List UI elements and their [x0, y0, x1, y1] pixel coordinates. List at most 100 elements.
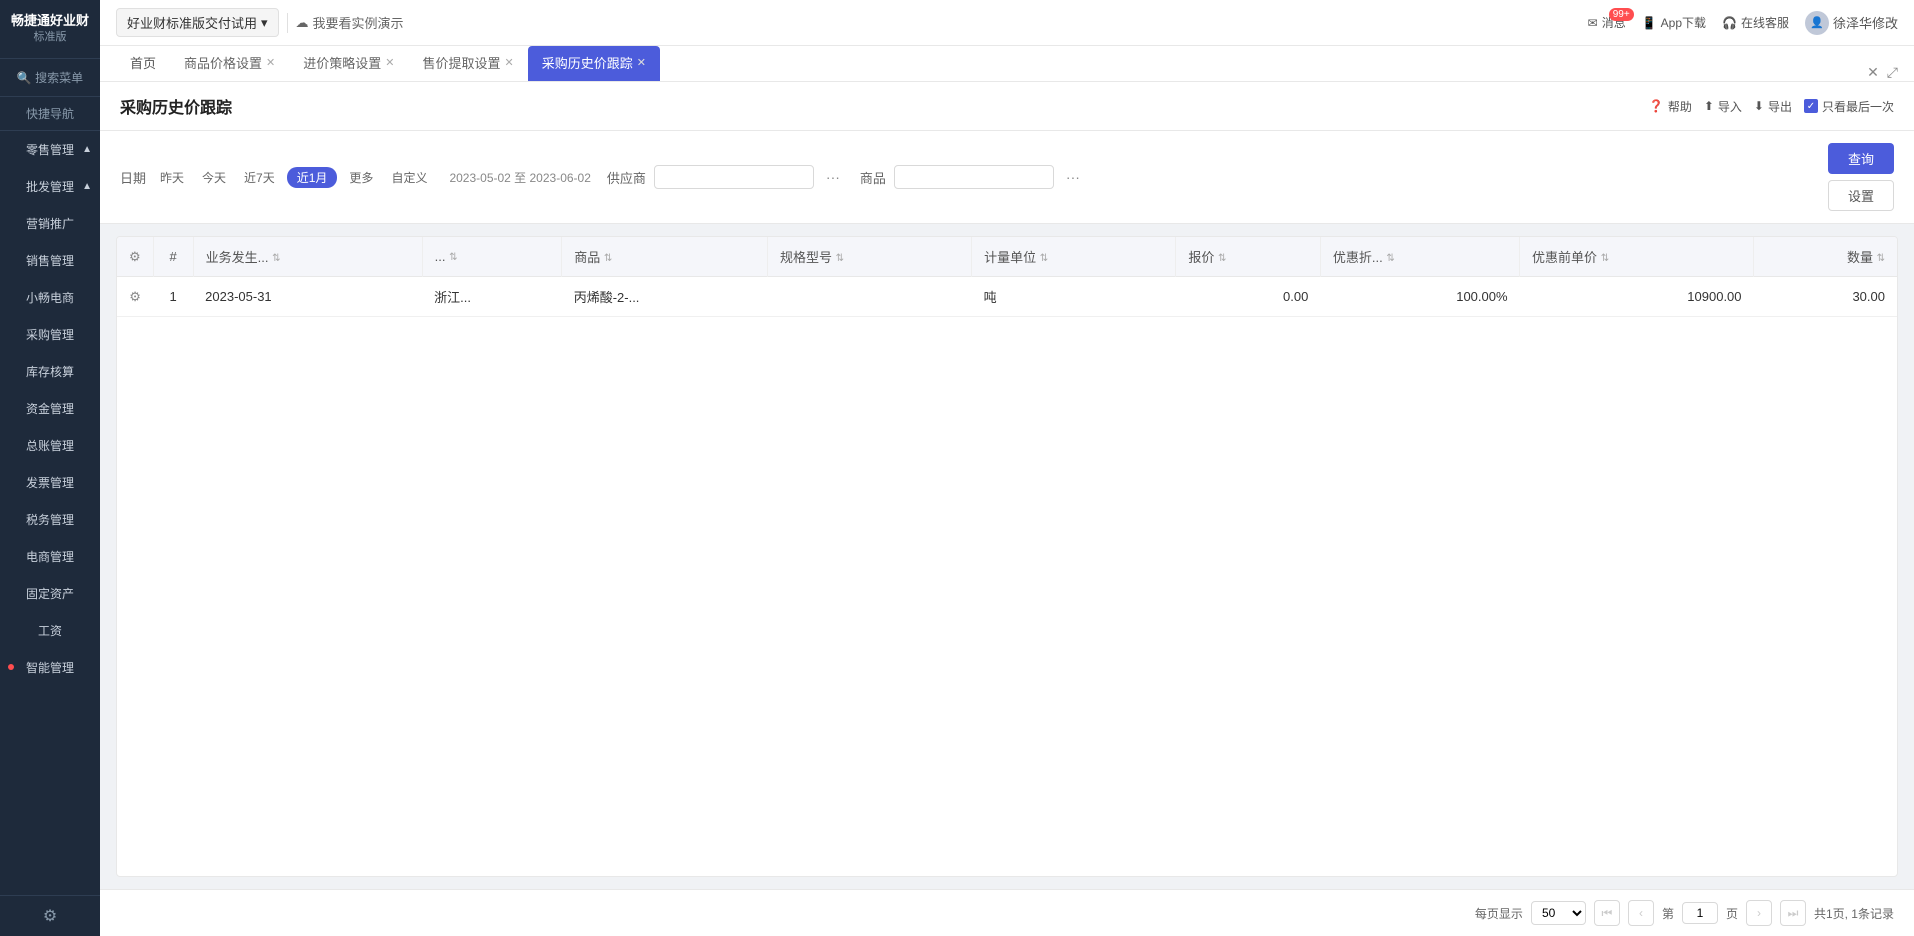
retail-arrow: ▲ [82, 144, 92, 155]
sidebar-item-smart[interactable]: 智能管理 [0, 649, 100, 686]
message-action[interactable]: ✉ 消息 99+ [1588, 14, 1626, 31]
tab-home[interactable]: 首页 [116, 46, 170, 81]
sidebar-item-purchase[interactable]: 采购管理 [0, 316, 100, 353]
th-price[interactable]: 报价 ⇅ [1176, 237, 1321, 277]
tab-purchase-strategy[interactable]: 进价策略设置 ✕ [289, 46, 408, 81]
page-title: 采购历史价跟踪 [120, 94, 232, 118]
sidebar-item-retail[interactable]: 零售管理 ▲ [0, 131, 100, 168]
table-container: ⚙ # 业务发生... ⇅ ... ⇅ 商品 ⇅ [116, 236, 1898, 877]
sidebar-item-wholesale[interactable]: 批发管理 ▲ [0, 168, 100, 205]
goods-filter-group: 商品 ··· [860, 165, 1084, 189]
tab-price-close[interactable]: ✕ [266, 56, 275, 69]
th-unit[interactable]: 计量单位 ⇅ [972, 237, 1176, 277]
th-date-sort: ⇅ [272, 253, 280, 264]
date-range-group: 2023-05-02 至 2023-06-02 [449, 169, 590, 186]
supplier-dots-btn[interactable]: ··· [822, 167, 844, 187]
th-spec-sort: ⇅ [836, 253, 844, 264]
goods-input[interactable] [894, 165, 1054, 189]
tab-history-price[interactable]: 采购历史价跟踪 ✕ [528, 46, 660, 81]
demo-label: 我要看实例演示 [313, 13, 404, 32]
main-area: 好业财标准版交付试用 ▾ ☁ 我要看实例演示 ✉ 消息 99+ 📱 App下载 … [100, 0, 1914, 936]
th-gear[interactable]: ⚙ [117, 237, 153, 277]
th-goods-label: 商品 [574, 250, 600, 265]
app-download-action[interactable]: 📱 App下载 [1642, 14, 1706, 31]
td-quantity: 30.00 [1754, 277, 1897, 317]
query-btn[interactable]: 查询 [1828, 143, 1894, 174]
date-opt-yesterday[interactable]: 昨天 [154, 167, 190, 188]
page-label: 第 [1662, 905, 1674, 922]
th-price-sort: ⇅ [1218, 253, 1226, 264]
td-supplier: 浙江... [422, 277, 562, 317]
checkbox-checked-icon: ✓ [1804, 99, 1818, 113]
user-info[interactable]: 👤 徐泽华修改 [1805, 11, 1898, 35]
th-discount-sort: ⇅ [1386, 253, 1394, 264]
version-label: 好业财标准版交付试用 [127, 13, 257, 32]
th-unit-label: 计量单位 [984, 250, 1036, 265]
version-dropdown-icon: ▾ [261, 15, 268, 31]
th-discount[interactable]: 优惠折... ⇅ [1320, 237, 1519, 277]
th-num: # [153, 237, 193, 277]
page-next-btn[interactable]: › [1746, 900, 1772, 926]
th-quantity[interactable]: 数量 ⇅ [1754, 237, 1897, 277]
panel-expand-btn[interactable]: ⤢ [1887, 64, 1898, 81]
per-page-select[interactable]: 50 100 200 [1531, 901, 1586, 925]
sidebar-item-payroll[interactable]: 工资 [0, 612, 100, 649]
tab-sale-price-close[interactable]: ✕ [505, 56, 514, 69]
page-header: 采购历史价跟踪 ❓ 帮助 ⬆ 导入 ⬇ 导出 ✓ 只看最后一次 [100, 82, 1914, 131]
panel-close-btn[interactable]: ✕ [1867, 64, 1879, 81]
sidebar-settings-icon[interactable]: ⚙ [43, 908, 57, 925]
date-opt-custom[interactable]: 自定义 [385, 167, 433, 188]
sidebar-quick-nav[interactable]: 快捷导航 [0, 97, 100, 131]
import-btn[interactable]: ⬆ 导入 [1704, 98, 1742, 115]
td-gear[interactable]: ⚙ [117, 277, 153, 317]
sidebar-item-invoice[interactable]: 发票管理 [0, 464, 100, 501]
help-btn[interactable]: ❓ 帮助 [1649, 98, 1692, 115]
sidebar-item-assets[interactable]: 固定资产 [0, 575, 100, 612]
sidebar-search[interactable]: 🔍 搜索菜单 [0, 59, 100, 97]
th-date[interactable]: 业务发生... ⇅ [193, 237, 422, 277]
tab-history-price-close[interactable]: ✕ [637, 56, 646, 69]
sidebar-item-inventory[interactable]: 库存核算 [0, 353, 100, 390]
data-table: ⚙ # 业务发生... ⇅ ... ⇅ 商品 ⇅ [117, 237, 1897, 317]
date-filter-label: 日期 [120, 168, 146, 187]
export-btn[interactable]: ⬇ 导出 [1754, 98, 1792, 115]
th-original-price[interactable]: 优惠前单价 ⇅ [1520, 237, 1754, 277]
goods-dots-btn[interactable]: ··· [1062, 167, 1084, 187]
sidebar-item-sales[interactable]: 销售管理 [0, 242, 100, 279]
tab-sale-price[interactable]: 售价提取设置 ✕ [408, 46, 527, 81]
th-spec[interactable]: 规格型号 ⇅ [767, 237, 971, 277]
only-last-checkbox[interactable]: ✓ 只看最后一次 [1804, 98, 1894, 115]
th-more-sort: ⇅ [449, 252, 457, 263]
sidebar-item-marketing[interactable]: 营销推广 [0, 205, 100, 242]
th-more[interactable]: ... ⇅ [422, 237, 562, 277]
sidebar-item-finance[interactable]: 资金管理 [0, 390, 100, 427]
filter-settings-btn[interactable]: 设置 [1828, 180, 1894, 211]
app-download-icon: 📱 [1642, 16, 1657, 30]
date-opt-today[interactable]: 今天 [196, 167, 232, 188]
page-number-input[interactable] [1682, 902, 1718, 924]
page-last-btn[interactable]: ⏭ [1780, 900, 1806, 926]
sidebar-item-tax[interactable]: 税务管理 [0, 501, 100, 538]
online-service-action[interactable]: 🎧 在线客服 [1722, 14, 1789, 31]
topbar-divider [287, 13, 288, 33]
sidebar-item-ledger[interactable]: 总账管理 [0, 427, 100, 464]
th-goods[interactable]: 商品 ⇅ [562, 237, 768, 277]
panel-controls: ✕ ⤢ [1867, 64, 1898, 81]
goods-filter-label: 商品 [860, 168, 886, 187]
date-range-display: 2023-05-02 至 2023-06-02 [449, 169, 590, 186]
sidebar-item-ecom-small[interactable]: 小畅电商 [0, 279, 100, 316]
filter-bar: 日期 昨天 今天 近7天 近1月 更多 自定义 2023-05-02 至 202… [100, 131, 1914, 224]
supplier-input[interactable] [654, 165, 814, 189]
supplier-filter-label: 供应商 [607, 168, 646, 187]
date-opt-1month[interactable]: 近1月 [287, 167, 338, 188]
td-num: 1 [153, 277, 193, 317]
page-first-btn[interactable]: ⏮ [1594, 900, 1620, 926]
date-opt-more[interactable]: 更多 [343, 167, 379, 188]
sidebar-item-ecom[interactable]: 电商管理 [0, 538, 100, 575]
demo-link[interactable]: ☁ 我要看实例演示 [296, 13, 404, 32]
date-opt-7days[interactable]: 近7天 [238, 167, 281, 188]
version-select[interactable]: 好业财标准版交付试用 ▾ [116, 8, 279, 37]
page-prev-btn[interactable]: ‹ [1628, 900, 1654, 926]
tab-price[interactable]: 商品价格设置 ✕ [170, 46, 289, 81]
tab-purchase-strategy-close[interactable]: ✕ [385, 56, 394, 69]
